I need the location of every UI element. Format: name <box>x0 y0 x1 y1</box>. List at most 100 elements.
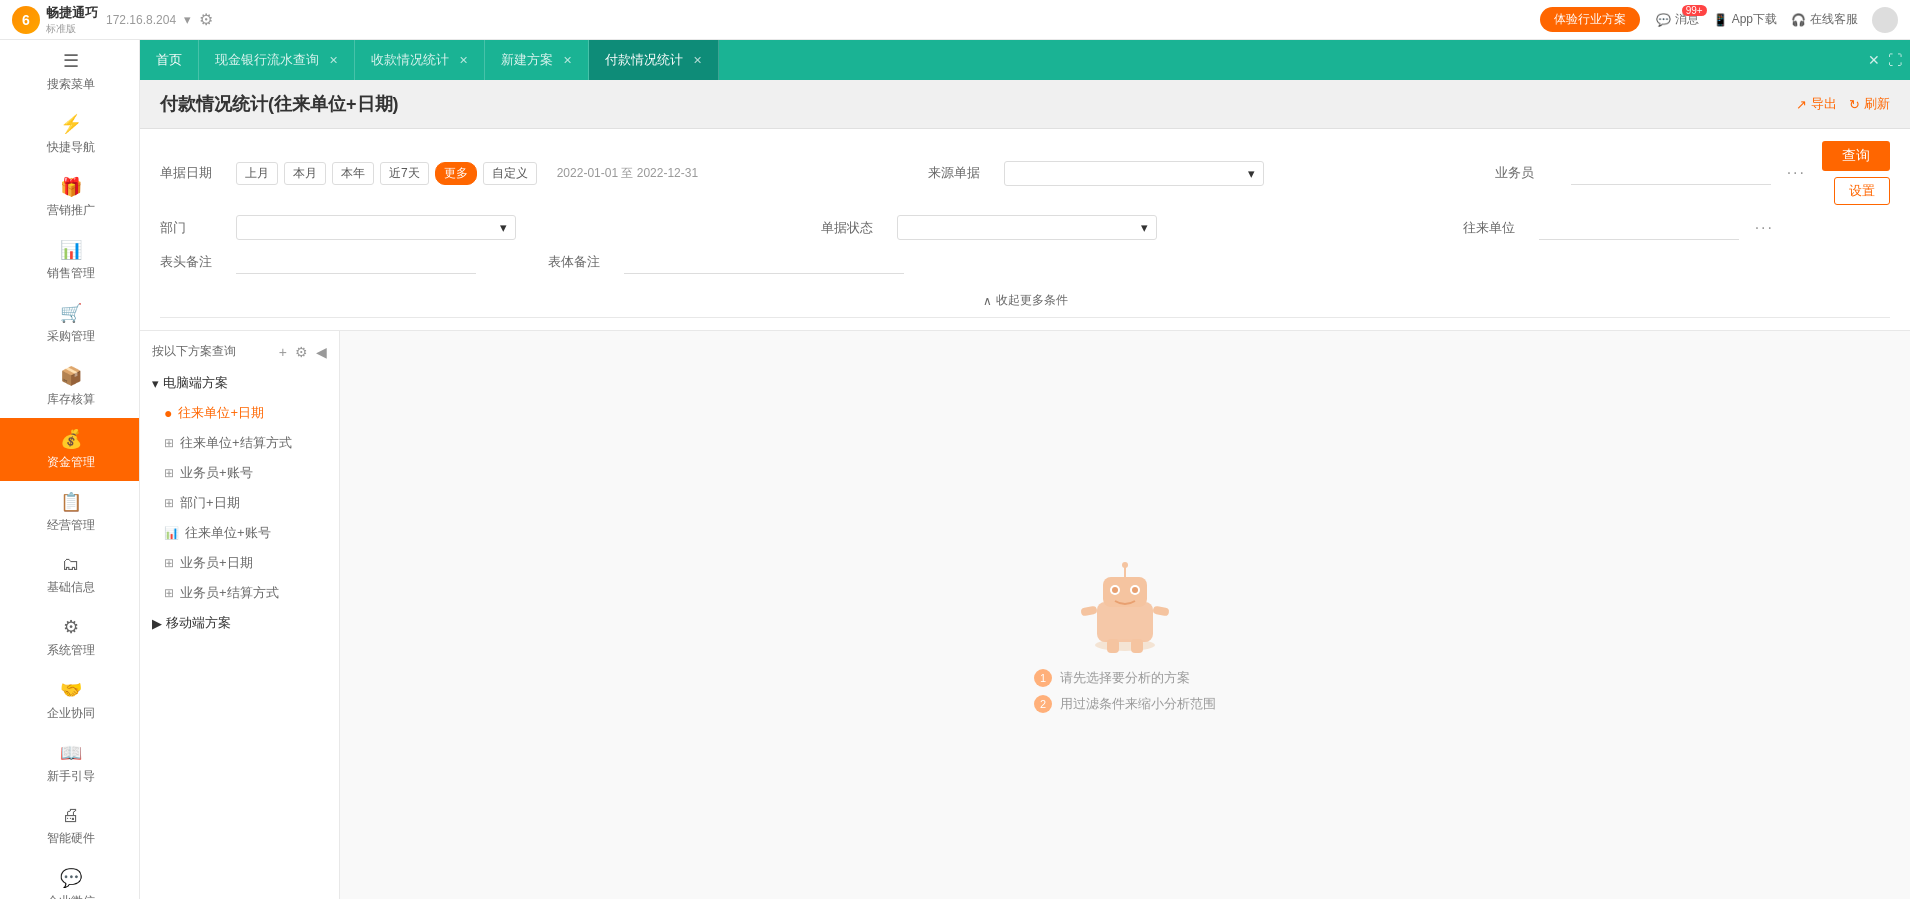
dept-label: 部门 <box>160 219 220 237</box>
export-label: 导出 <box>1811 95 1837 113</box>
sidebar-item-enterprise[interactable]: 🤝 企业协同 <box>0 669 139 732</box>
app-edition: 标准版 <box>46 22 98 36</box>
date-btn-custom[interactable]: 自定义 <box>483 162 537 185</box>
sidebar-item-inventory[interactable]: 📦 库存核算 <box>0 355 139 418</box>
sidebar-item-sales-label: 销售管理 <box>47 265 95 282</box>
scheme-item-dept-date[interactable]: ⊞ 部门+日期 <box>140 488 339 518</box>
query-button[interactable]: 查询 <box>1822 141 1890 171</box>
message-icon: 💬 <box>1656 13 1671 27</box>
collapse-btn: ∧ 收起更多条件 <box>983 292 1068 309</box>
salesperson-input[interactable] <box>1571 161 1771 185</box>
tab-payment-close[interactable]: ✕ <box>693 54 702 67</box>
sidebar-item-smart[interactable]: 🖨 智能硬件 <box>0 795 139 857</box>
date-btn-more[interactable]: 更多 <box>435 162 477 185</box>
sidebar-item-weixin[interactable]: 💬 企业微信 <box>0 857 139 899</box>
date-btn-this-month[interactable]: 本月 <box>284 162 326 185</box>
sidebar-item-inventory-label: 库存核算 <box>47 391 95 408</box>
sidebar-item-search-label: 搜索菜单 <box>47 76 95 93</box>
tab-collection-close[interactable]: ✕ <box>459 54 468 67</box>
sidebar-item-basic[interactable]: 🗂 基础信息 <box>0 544 139 606</box>
salesperson-more[interactable]: ··· <box>1787 164 1806 182</box>
app-download-item[interactable]: 📱 App下载 <box>1713 11 1777 28</box>
left-panel-collapse-icon[interactable]: ◀ <box>316 344 327 360</box>
sidebar-item-finance[interactable]: 💰 资金管理 <box>0 418 139 481</box>
user-avatar[interactable] <box>1872 7 1898 33</box>
date-btn-this-year[interactable]: 本年 <box>332 162 374 185</box>
svg-point-5 <box>1112 587 1118 593</box>
scheme-item-partner-settlement[interactable]: ⊞ 往来单位+结算方式 <box>140 428 339 458</box>
sidebar-item-marketing[interactable]: 🎁 营销推广 <box>0 166 139 229</box>
date-btn-7days[interactable]: 近7天 <box>380 162 429 185</box>
marketing-icon: 🎁 <box>60 176 82 198</box>
sidebar-item-sales[interactable]: 📊 销售管理 <box>0 229 139 292</box>
empty-tips: 1 请先选择要分析的方案 2 用过滤条件来缩小分析范围 <box>1034 669 1216 713</box>
sidebar-item-marketing-label: 营销推广 <box>47 202 95 219</box>
scheme-item-salesperson-account[interactable]: ⊞ 业务员+账号 <box>140 458 339 488</box>
source-select[interactable]: ▾ <box>1004 161 1264 186</box>
scheme-item-partner-account[interactable]: 📊 往来单位+账号 <box>140 518 339 548</box>
scheme-item-salesperson-settlement-label: 业务员+结算方式 <box>180 584 279 602</box>
scheme-group-pc[interactable]: ▾ 电脑端方案 <box>140 368 339 398</box>
voucher-status-chevron: ▾ <box>1141 220 1148 235</box>
scheme-item-partner-settlement-label: 往来单位+结算方式 <box>180 434 292 452</box>
table-body-note-input[interactable] <box>624 250 904 274</box>
tab-cashflow-close[interactable]: ✕ <box>329 54 338 67</box>
table-head-note-label: 表头备注 <box>160 253 220 271</box>
tab-cashflow[interactable]: 现金银行流水查询 ✕ <box>199 40 355 80</box>
scheme-group-mobile[interactable]: ▶ 移动端方案 <box>140 608 339 638</box>
sidebar-item-search[interactable]: ☰ 搜索菜单 <box>0 40 139 103</box>
scheme-item-partner-date[interactable]: ● 往来单位+日期 <box>140 398 339 428</box>
export-icon: ↗ <box>1796 97 1807 112</box>
sidebar: ☰ 搜索菜单 ⚡ 快捷导航 🎁 营销推广 📊 销售管理 🛒 采购管理 📦 库存核… <box>0 40 140 899</box>
date-btn-last-month[interactable]: 上月 <box>236 162 278 185</box>
tab-collection[interactable]: 收款情况统计 ✕ <box>355 40 485 80</box>
trial-button[interactable]: 体验行业方案 <box>1540 7 1640 32</box>
tab-bar: 首页 现金银行流水查询 ✕ 收款情况统计 ✕ 新建方案 ✕ 付款情况统计 ✕ ✕… <box>140 40 1910 80</box>
voucher-status-select[interactable]: ▾ <box>897 215 1157 240</box>
tab-close-all-icon[interactable]: ✕ <box>1868 52 1880 68</box>
export-button[interactable]: ↗ 导出 <box>1796 95 1837 113</box>
address-dropdown-icon[interactable]: ▾ <box>184 12 191 27</box>
basic-icon: 🗂 <box>62 554 80 575</box>
finance-icon: 💰 <box>60 428 82 450</box>
collapse-bar[interactable]: ∧ 收起更多条件 <box>160 284 1890 318</box>
scheme-item-salesperson-settlement[interactable]: ⊞ 业务员+结算方式 <box>140 578 339 608</box>
sidebar-item-guide[interactable]: 📖 新手引导 <box>0 732 139 795</box>
sidebar-item-operation-label: 经营管理 <box>47 517 95 534</box>
partner-more[interactable]: ··· <box>1755 219 1774 237</box>
settings-button[interactable]: 设置 <box>1834 177 1890 205</box>
smart-icon: 🖨 <box>62 805 80 826</box>
inventory-icon: 📦 <box>60 365 82 387</box>
sidebar-item-quick-nav[interactable]: ⚡ 快捷导航 <box>0 103 139 166</box>
sidebar-item-operation[interactable]: 📋 经营管理 <box>0 481 139 544</box>
message-item[interactable]: 💬 消息 99+ <box>1656 11 1699 28</box>
scheme-item-partner-account-label: 往来单位+账号 <box>185 524 271 542</box>
left-panel-settings-icon[interactable]: ⚙ <box>295 344 308 360</box>
left-panel-add-icon[interactable]: + <box>279 344 287 360</box>
dept-select[interactable]: ▾ <box>236 215 516 240</box>
tab-new-scheme-close[interactable]: ✕ <box>563 54 572 67</box>
tab-new-scheme[interactable]: 新建方案 ✕ <box>485 40 589 80</box>
quick-nav-icon: ⚡ <box>60 113 82 135</box>
tab-payment[interactable]: 付款情况统计 ✕ <box>589 40 719 80</box>
scheme-item-salesperson-date[interactable]: ⊞ 业务员+日期 <box>140 548 339 578</box>
filter-row-3: 表头备注 表体备注 <box>160 250 1890 274</box>
sidebar-item-purchase[interactable]: 🛒 采购管理 <box>0 292 139 355</box>
top-icons: 💬 消息 99+ 📱 App下载 🎧 在线客服 <box>1656 7 1898 33</box>
online-service-item[interactable]: 🎧 在线客服 <box>1791 11 1858 28</box>
tab-home[interactable]: 首页 <box>140 40 199 80</box>
logo-text-group: 畅捷通巧 标准版 <box>46 4 98 36</box>
page-actions: ↗ 导出 ↻ 刷新 <box>1796 95 1890 113</box>
partner-input[interactable] <box>1539 216 1739 240</box>
online-service-icon: 🎧 <box>1791 13 1806 27</box>
sidebar-item-system[interactable]: ⚙ 系统管理 <box>0 606 139 669</box>
refresh-button[interactable]: ↻ 刷新 <box>1849 95 1890 113</box>
tab-expand-icon[interactable]: ⛶ <box>1888 52 1902 68</box>
table-head-note-input[interactable] <box>236 250 476 274</box>
svg-point-6 <box>1132 587 1138 593</box>
tip-num-2: 2 <box>1034 695 1052 713</box>
app-logo: 6 畅捷通巧 标准版 <box>12 4 98 36</box>
svg-rect-10 <box>1152 606 1169 617</box>
sidebar-item-finance-label: 资金管理 <box>47 454 95 471</box>
settings-icon[interactable]: ⚙ <box>199 10 213 29</box>
